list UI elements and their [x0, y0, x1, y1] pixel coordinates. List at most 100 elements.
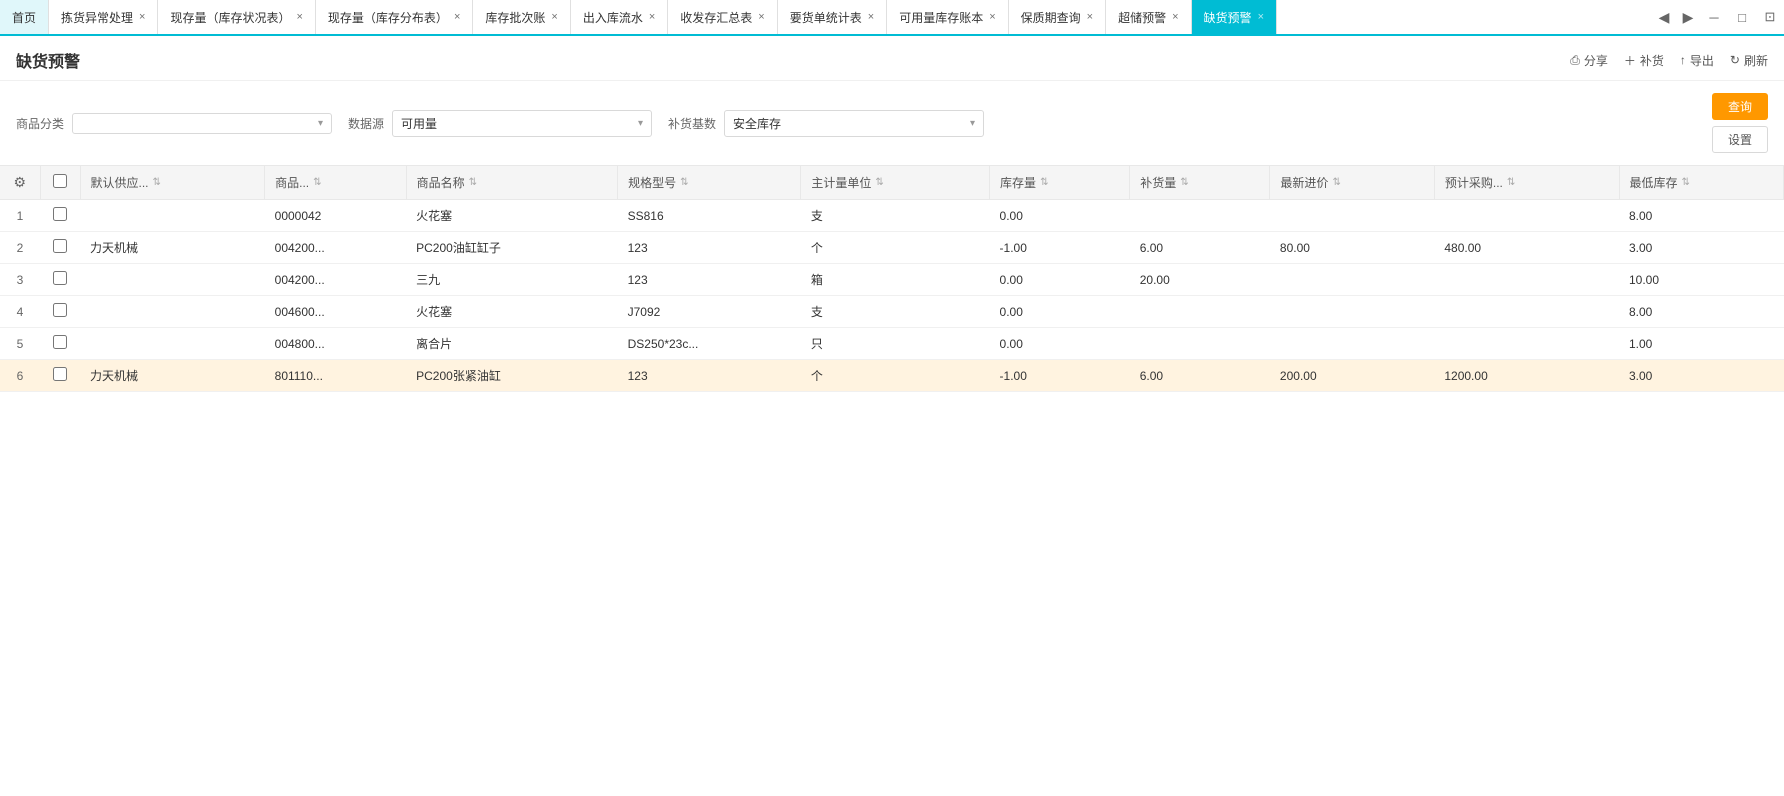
cell-checkbox[interactable] [40, 328, 80, 360]
cell-checkbox[interactable] [40, 200, 80, 232]
tab-label-batch: 库存批次账 [485, 9, 545, 26]
row-checkbox[interactable] [53, 207, 67, 221]
tab-purchase-stat[interactable]: 要货单统计表× [778, 0, 887, 34]
table-row[interactable]: 3004200...三九123箱0.0020.0010.00 [0, 264, 1784, 296]
tab-close-overstock[interactable]: × [1172, 11, 1178, 23]
th-product-code[interactable]: 商品...⇅ [265, 166, 406, 200]
cell-spec: 123 [618, 360, 801, 392]
tab-bar: 首页拣货异常处理×现存量（库存状况表）×现存量（库存分布表）×库存批次账×出入库… [0, 0, 1784, 36]
th-product-name[interactable]: 商品名称⇅ [406, 166, 618, 200]
replenish-base-label: 补货基数 [668, 115, 716, 132]
tab-close-receive-send[interactable]: × [758, 11, 764, 23]
th-checkbox[interactable] [40, 166, 80, 200]
cell-index: 3 [0, 264, 40, 296]
cell-latest-price: 200.00 [1270, 360, 1434, 392]
cell-supplier: 力天机械 [80, 360, 265, 392]
tab-receive-send[interactable]: 收发存汇总表× [668, 0, 777, 34]
th-est-purchase-label: 预计采购... [1445, 174, 1503, 191]
tab-close-shortage[interactable]: × [1258, 11, 1264, 23]
table-row[interactable]: 6力天机械801110...PC200张紧油缸123个-1.006.00200.… [0, 360, 1784, 392]
cell-index: 4 [0, 296, 40, 328]
cell-min-stock: 8.00 [1619, 296, 1784, 328]
export-action[interactable]: ↑ 导出 [1680, 52, 1714, 69]
tab-close-inout-flow[interactable]: × [649, 11, 655, 23]
tab-inventory-dist[interactable]: 现存量（库存分布表）× [316, 0, 473, 34]
tab-available[interactable]: 可用量库存账本× [887, 0, 1008, 34]
cell-replenish [1130, 200, 1270, 232]
gear-icon: ⚙ [13, 174, 26, 190]
tab-close-batch[interactable]: × [551, 11, 557, 23]
table-row[interactable]: 10000042火花塞SS816支0.008.00 [0, 200, 1784, 232]
row-checkbox[interactable] [53, 271, 67, 285]
query-button[interactable]: 查询 [1712, 93, 1768, 120]
th-latest-price[interactable]: 最新进价⇅ [1270, 166, 1434, 200]
th-supplier[interactable]: 默认供应...⇅ [80, 166, 265, 200]
main-content: 缺货预警 ⎙ 分享 ＋ 补货 ↑ 导出 ↻ 刷新 商品分类 [0, 36, 1784, 796]
share-action[interactable]: ⎙ 分享 [1570, 52, 1608, 69]
tab-inventory-status[interactable]: 现存量（库存状况表）× [158, 0, 315, 34]
tab-home[interactable]: 首页 [0, 0, 49, 34]
cell-checkbox[interactable] [40, 264, 80, 296]
refresh-action[interactable]: ↻ 刷新 [1730, 52, 1768, 69]
cell-min-stock: 8.00 [1619, 200, 1784, 232]
cell-checkbox[interactable] [40, 360, 80, 392]
tab-restore-btn[interactable]: □ [1728, 10, 1756, 25]
row-checkbox[interactable] [53, 239, 67, 253]
cell-min-stock: 10.00 [1619, 264, 1784, 296]
replenish-action[interactable]: ＋ 补货 [1624, 52, 1664, 69]
tab-label-shortage: 缺货预警 [1204, 9, 1252, 26]
page-title: 缺货预警 [16, 48, 80, 72]
row-checkbox[interactable] [53, 335, 67, 349]
cell-index: 1 [0, 200, 40, 232]
tab-nav-next[interactable]: ▶ [1676, 9, 1700, 26]
cell-stock: 0.00 [990, 296, 1130, 328]
row-checkbox[interactable] [53, 303, 67, 317]
tab-overstock[interactable]: 超储预警× [1106, 0, 1191, 34]
th-spec[interactable]: 规格型号⇅ [618, 166, 801, 200]
cell-replenish: 6.00 [1130, 232, 1270, 264]
tab-close-inventory-dist[interactable]: × [454, 11, 460, 23]
th-unit[interactable]: 主计量单位⇅ [801, 166, 990, 200]
tab-close-abnormal[interactable]: × [139, 11, 145, 23]
select-all-checkbox[interactable] [53, 174, 67, 188]
th-min-stock[interactable]: 最低库存⇅ [1619, 166, 1784, 200]
tab-close-inventory-status[interactable]: × [296, 11, 302, 23]
table-row[interactable]: 5004800...离合片DS250*23c...只0.001.00 [0, 328, 1784, 360]
th-replenish-label: 补货量 [1140, 174, 1176, 191]
tab-maximize-btn[interactable]: ⊡ [1756, 9, 1784, 25]
tab-batch[interactable]: 库存批次账 × [473, 0, 570, 34]
cell-replenish: 20.00 [1130, 264, 1270, 296]
tab-inout-flow[interactable]: 出入库流水× [571, 0, 668, 34]
cell-est-purchase [1434, 328, 1619, 360]
share-icon: ⎙ [1570, 53, 1580, 68]
cell-product-name: 火花塞 [406, 200, 618, 232]
th-est-purchase[interactable]: 预计采购...⇅ [1434, 166, 1619, 200]
tab-minimize-btn[interactable]: ─ [1700, 10, 1728, 25]
replenish-base-select[interactable]: 安全库存 ▾ [724, 110, 984, 137]
settings-button[interactable]: 设置 [1712, 126, 1768, 153]
cell-product-name: 火花塞 [406, 296, 618, 328]
category-select[interactable]: ▾ [72, 113, 332, 134]
share-label: 分享 [1584, 52, 1608, 69]
th-replenish[interactable]: 补货量⇅ [1130, 166, 1270, 200]
th-stock[interactable]: 库存量⇅ [990, 166, 1130, 200]
cell-checkbox[interactable] [40, 232, 80, 264]
export-label: 导出 [1690, 52, 1714, 69]
cell-checkbox[interactable] [40, 296, 80, 328]
tab-close-expiry[interactable]: × [1087, 11, 1093, 23]
tab-close-purchase-stat[interactable]: × [868, 11, 874, 23]
cell-product-name: PC200张紧油缸 [406, 360, 618, 392]
tab-expiry[interactable]: 保质期查询× [1009, 0, 1106, 34]
th-settings[interactable]: ⚙ [0, 166, 40, 200]
tab-nav-prev[interactable]: ◀ [1652, 9, 1676, 26]
cell-replenish: 6.00 [1130, 360, 1270, 392]
row-checkbox[interactable] [53, 367, 67, 381]
tab-shortage[interactable]: 缺货预警 × [1192, 0, 1277, 34]
table-row[interactable]: 4004600...火花塞J7092支0.008.00 [0, 296, 1784, 328]
table-row[interactable]: 2力天机械004200...PC200油缸缸子123个-1.006.0080.0… [0, 232, 1784, 264]
replenish-icon: ＋ [1624, 52, 1636, 69]
tab-abnormal[interactable]: 拣货异常处理× [49, 0, 158, 34]
cell-est-purchase [1434, 200, 1619, 232]
datasource-select[interactable]: 可用量 ▾ [392, 110, 652, 137]
tab-close-available[interactable]: × [989, 11, 995, 23]
